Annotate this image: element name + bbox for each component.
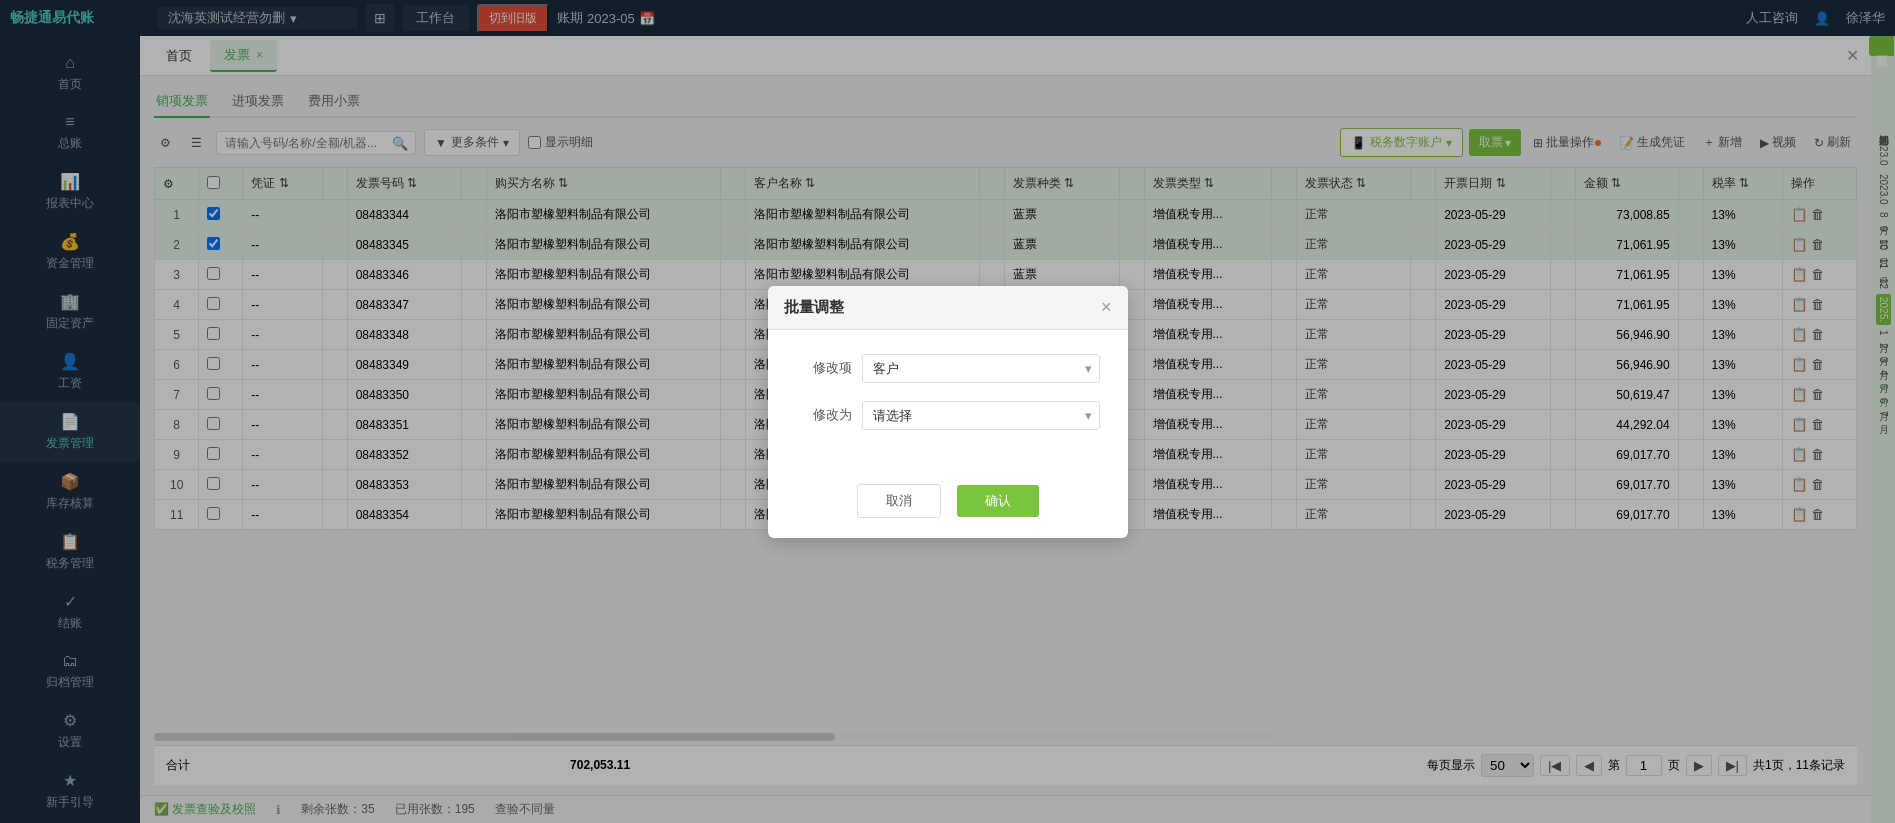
value-label: 修改为	[796, 406, 852, 424]
field-select[interactable]: 客户	[862, 354, 1100, 383]
modal-close-btn[interactable]: ×	[1101, 298, 1112, 316]
modal-body: 修改项 客户 ▾ 修改为 请选择 ▾	[768, 330, 1128, 472]
modal-header: 批量调整 ×	[768, 286, 1128, 330]
modal-overlay: 批量调整 × 修改项 客户 ▾ 修改为 请选择 ▾	[0, 0, 1895, 823]
cancel-btn[interactable]: 取消	[857, 484, 941, 518]
form-row-field: 修改项 客户 ▾	[796, 354, 1100, 383]
modal-title: 批量调整	[784, 298, 844, 317]
field-label: 修改项	[796, 359, 852, 377]
form-row-value: 修改为 请选择 ▾	[796, 401, 1100, 430]
modal-footer: 取消 确认	[768, 472, 1128, 538]
value-select-wrap: 请选择 ▾	[862, 401, 1100, 430]
field-select-wrap: 客户 ▾	[862, 354, 1100, 383]
value-select[interactable]: 请选择	[862, 401, 1100, 430]
batch-adjust-modal: 批量调整 × 修改项 客户 ▾ 修改为 请选择 ▾	[768, 286, 1128, 538]
confirm-btn[interactable]: 确认	[957, 485, 1039, 517]
